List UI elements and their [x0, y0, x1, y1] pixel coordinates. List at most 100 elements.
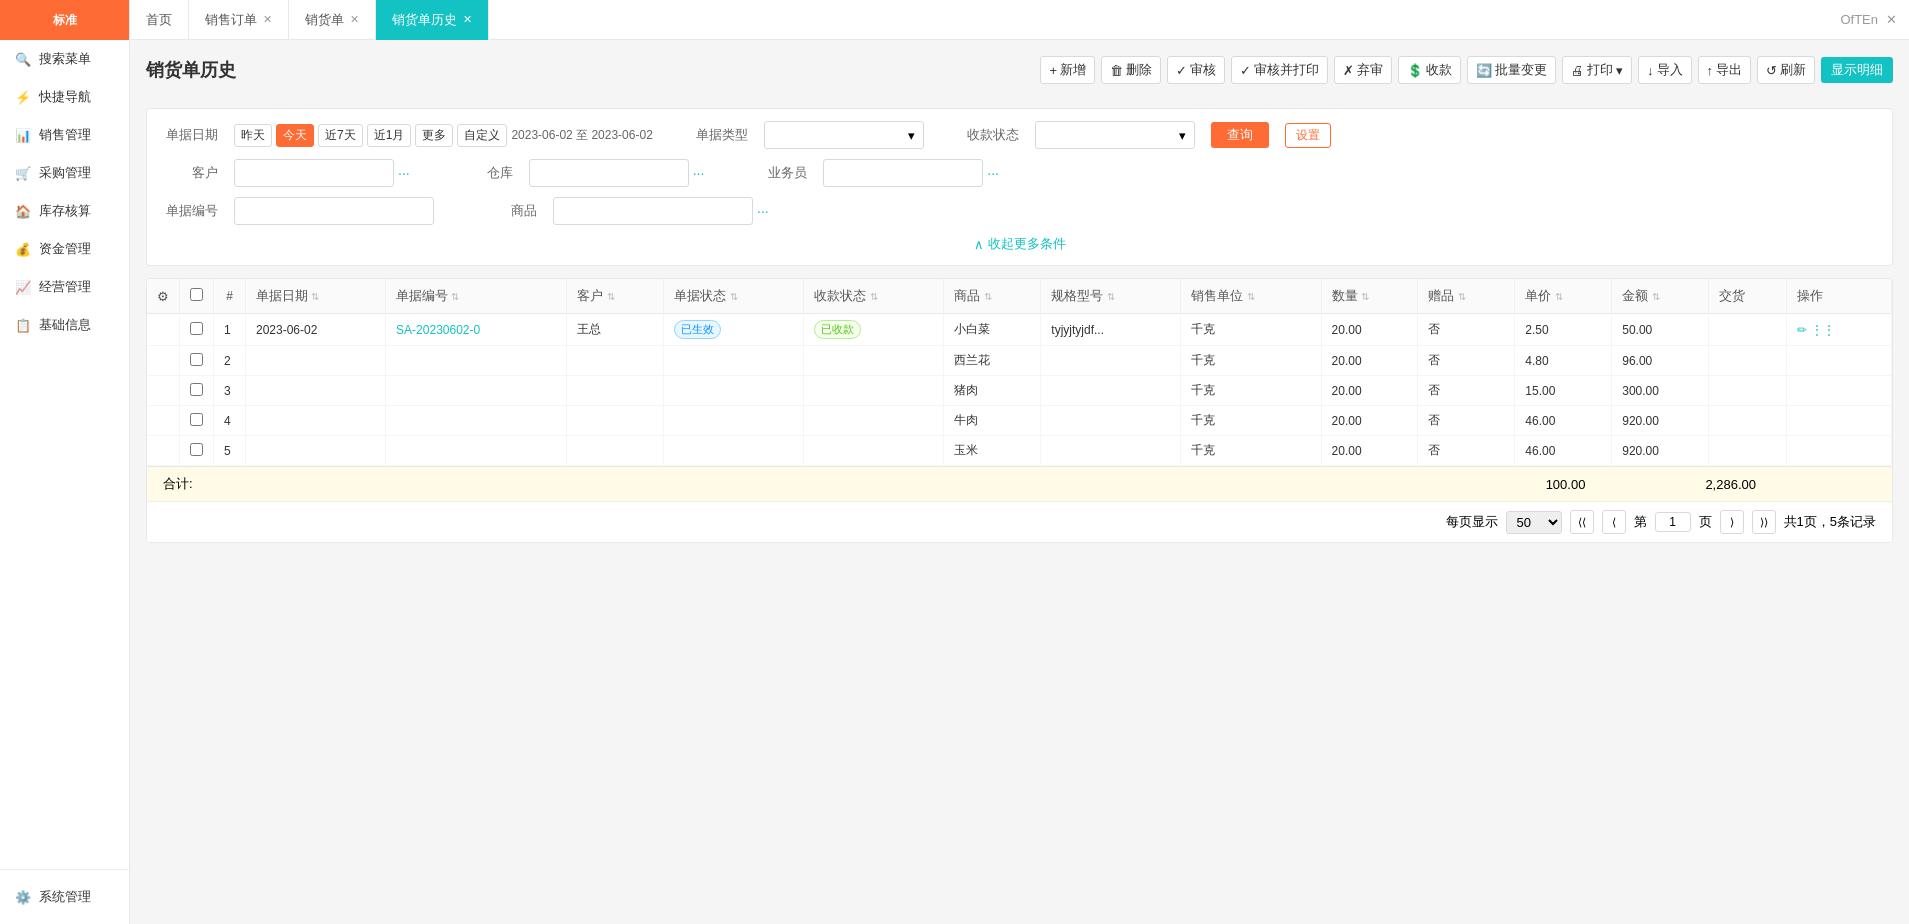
- row-checkbox-3[interactable]: [190, 413, 203, 426]
- select-all-checkbox[interactable]: [190, 288, 203, 301]
- table-cell: [664, 436, 804, 466]
- export-button[interactable]: ↑ 导出: [1698, 56, 1752, 84]
- customer-input[interactable]: [234, 159, 394, 187]
- display-detail-button[interactable]: 显示明细: [1821, 57, 1893, 83]
- page-first-button[interactable]: ⟨⟨: [1570, 510, 1594, 534]
- table-row: 12023-06-02SA-20230602-0王总已生效已收款小白菜tyjyj…: [147, 314, 1892, 346]
- date-btn-yesterday[interactable]: 昨天: [234, 124, 272, 147]
- audit-print-icon: ✓: [1240, 63, 1251, 78]
- table-cell: [1709, 406, 1787, 436]
- edit-action-0[interactable]: ✏: [1797, 323, 1807, 337]
- th-goods[interactable]: 商品 ⇅: [944, 279, 1041, 314]
- pagination-bar: 每页显示 50 100 200 ⟨⟨ ⟨ 第 页 ⟩ ⟩⟩ 共1页，5条记录: [147, 501, 1892, 542]
- table-cell: [804, 436, 944, 466]
- date-btn-more[interactable]: 更多: [415, 124, 453, 147]
- search-icon: 🔍: [15, 51, 31, 67]
- collapse-button[interactable]: ∧ 收起更多条件: [974, 235, 1066, 253]
- th-doc-number[interactable]: 单据编号 ⇅: [386, 279, 567, 314]
- th-spec-type[interactable]: 规格型号 ⇅: [1041, 279, 1181, 314]
- goods-input[interactable]: [553, 197, 753, 225]
- th-action-label: 操作: [1797, 288, 1823, 303]
- th-gear[interactable]: ⚙: [147, 279, 180, 314]
- row-checkbox-0[interactable]: [190, 322, 203, 335]
- tab-home[interactable]: 首页: [130, 0, 189, 40]
- th-doc-status-label: 单据状态: [674, 288, 726, 303]
- query-button[interactable]: 查询: [1211, 122, 1269, 148]
- th-customer[interactable]: 客户 ⇅: [567, 279, 664, 314]
- date-btn-last1month[interactable]: 近1月: [367, 124, 412, 147]
- th-amount[interactable]: 金额 ⇅: [1612, 279, 1709, 314]
- warehouse-input[interactable]: [529, 159, 689, 187]
- salesperson-input[interactable]: [823, 159, 983, 187]
- delete-button[interactable]: 🗑 删除: [1101, 56, 1161, 84]
- table-cell: [1787, 376, 1892, 406]
- tab-sales-order-label: 销售订单: [205, 11, 257, 29]
- sidebar-item-sales-mgmt[interactable]: 📊 销售管理: [0, 116, 129, 154]
- th-unit-price[interactable]: 单价 ⇅: [1515, 279, 1612, 314]
- th-sales-unit[interactable]: 销售单位 ⇅: [1181, 279, 1321, 314]
- row-checkbox-1[interactable]: [190, 353, 203, 366]
- sidebar-item-ops-mgmt[interactable]: 📈 经营管理: [0, 268, 129, 306]
- sidebar-item-sys-mgmt[interactable]: ⚙️ 系统管理: [0, 878, 129, 916]
- page-last-button[interactable]: ⟩⟩: [1752, 510, 1776, 534]
- sidebar-item-basic-info[interactable]: 📋 基础信息: [0, 306, 129, 344]
- page-size-select[interactable]: 50 100 200: [1506, 511, 1562, 534]
- abandon-button[interactable]: ✗ 弃审: [1334, 56, 1392, 84]
- collect-button[interactable]: 💲 收款: [1398, 56, 1461, 84]
- doc-number-link-0[interactable]: SA-20230602-0: [396, 323, 480, 337]
- more-action-0[interactable]: ⋮⋮: [1811, 323, 1835, 337]
- collect-status-select[interactable]: ▾: [1035, 121, 1195, 149]
- date-btn-last7[interactable]: 近7天: [318, 124, 363, 147]
- page-next-button[interactable]: ⟩: [1720, 510, 1744, 534]
- sidebar-item-inventory-calc[interactable]: 🏠 库存核算: [0, 192, 129, 230]
- th-quantity[interactable]: 数量 ⇅: [1321, 279, 1418, 314]
- doc-type-select[interactable]: ▾: [764, 121, 924, 149]
- doc-number-input[interactable]: [234, 197, 434, 225]
- topbar-close[interactable]: ✕: [1886, 12, 1897, 27]
- tab-sales-history-close[interactable]: ✕: [463, 13, 472, 26]
- customer-ellipsis[interactable]: ···: [398, 165, 410, 181]
- tab-sales-order[interactable]: 销售订单 ✕: [189, 0, 289, 40]
- row-checkbox-4[interactable]: [190, 443, 203, 456]
- tab-sales-goods[interactable]: 销货单 ✕: [289, 0, 376, 40]
- page-input[interactable]: [1655, 512, 1691, 532]
- new-button[interactable]: + 新增: [1040, 56, 1095, 84]
- row-checkbox-2[interactable]: [190, 383, 203, 396]
- doc-number-label: 单据编号: [163, 202, 218, 220]
- th-doc-status[interactable]: 单据状态 ⇅: [664, 279, 804, 314]
- sort-icon-doc-status: ⇅: [730, 291, 738, 302]
- doc-status-badge-0: 已生效: [674, 320, 721, 339]
- import-button[interactable]: ↓ 导入: [1638, 56, 1692, 84]
- salesperson-ellipsis[interactable]: ···: [987, 165, 999, 181]
- tab-sales-history[interactable]: 销货单历史 ✕: [376, 0, 489, 40]
- table-settings-icon[interactable]: ⚙: [157, 289, 169, 304]
- tab-sales-goods-close[interactable]: ✕: [350, 13, 359, 26]
- table-cell: 2: [214, 346, 246, 376]
- date-btn-custom[interactable]: 自定义: [457, 124, 507, 147]
- table-cell: 千克: [1181, 406, 1321, 436]
- sidebar-item-search-menu[interactable]: 🔍 搜索菜单: [0, 40, 129, 78]
- page-prev-button[interactable]: ⟨: [1602, 510, 1626, 534]
- goods-ellipsis[interactable]: ···: [757, 203, 769, 219]
- print-button[interactable]: 🖨 打印 ▾: [1562, 56, 1632, 84]
- sidebar-item-quick-nav[interactable]: ⚡ 快捷导航: [0, 78, 129, 116]
- th-doc-date[interactable]: 单据日期 ⇅: [246, 279, 386, 314]
- audit-button[interactable]: ✓ 审核: [1167, 56, 1225, 84]
- tab-sales-order-close[interactable]: ✕: [263, 13, 272, 26]
- topbar-right: OfTEn ✕: [1840, 12, 1909, 27]
- date-btn-today[interactable]: 今天: [276, 124, 314, 147]
- th-gift[interactable]: 赠品 ⇅: [1418, 279, 1515, 314]
- sidebar-item-fund-mgmt[interactable]: 💰 资金管理: [0, 230, 129, 268]
- warehouse-ellipsis[interactable]: ···: [693, 165, 705, 181]
- th-collect-status[interactable]: 收款状态 ⇅: [804, 279, 944, 314]
- sort-icon-quantity: ⇅: [1361, 291, 1369, 302]
- table-cell: [567, 346, 664, 376]
- audit-print-button[interactable]: ✓ 审核并打印: [1231, 56, 1328, 84]
- batch-change-button[interactable]: 🔄 批量变更: [1467, 56, 1556, 84]
- refresh-button[interactable]: ↺ 刷新: [1757, 56, 1815, 84]
- cart-icon: 🛒: [15, 165, 31, 181]
- settings-button[interactable]: 设置: [1285, 123, 1331, 148]
- table-cell: 4: [214, 406, 246, 436]
- table-cell: [1787, 406, 1892, 436]
- sidebar-item-purchase-mgmt[interactable]: 🛒 采购管理: [0, 154, 129, 192]
